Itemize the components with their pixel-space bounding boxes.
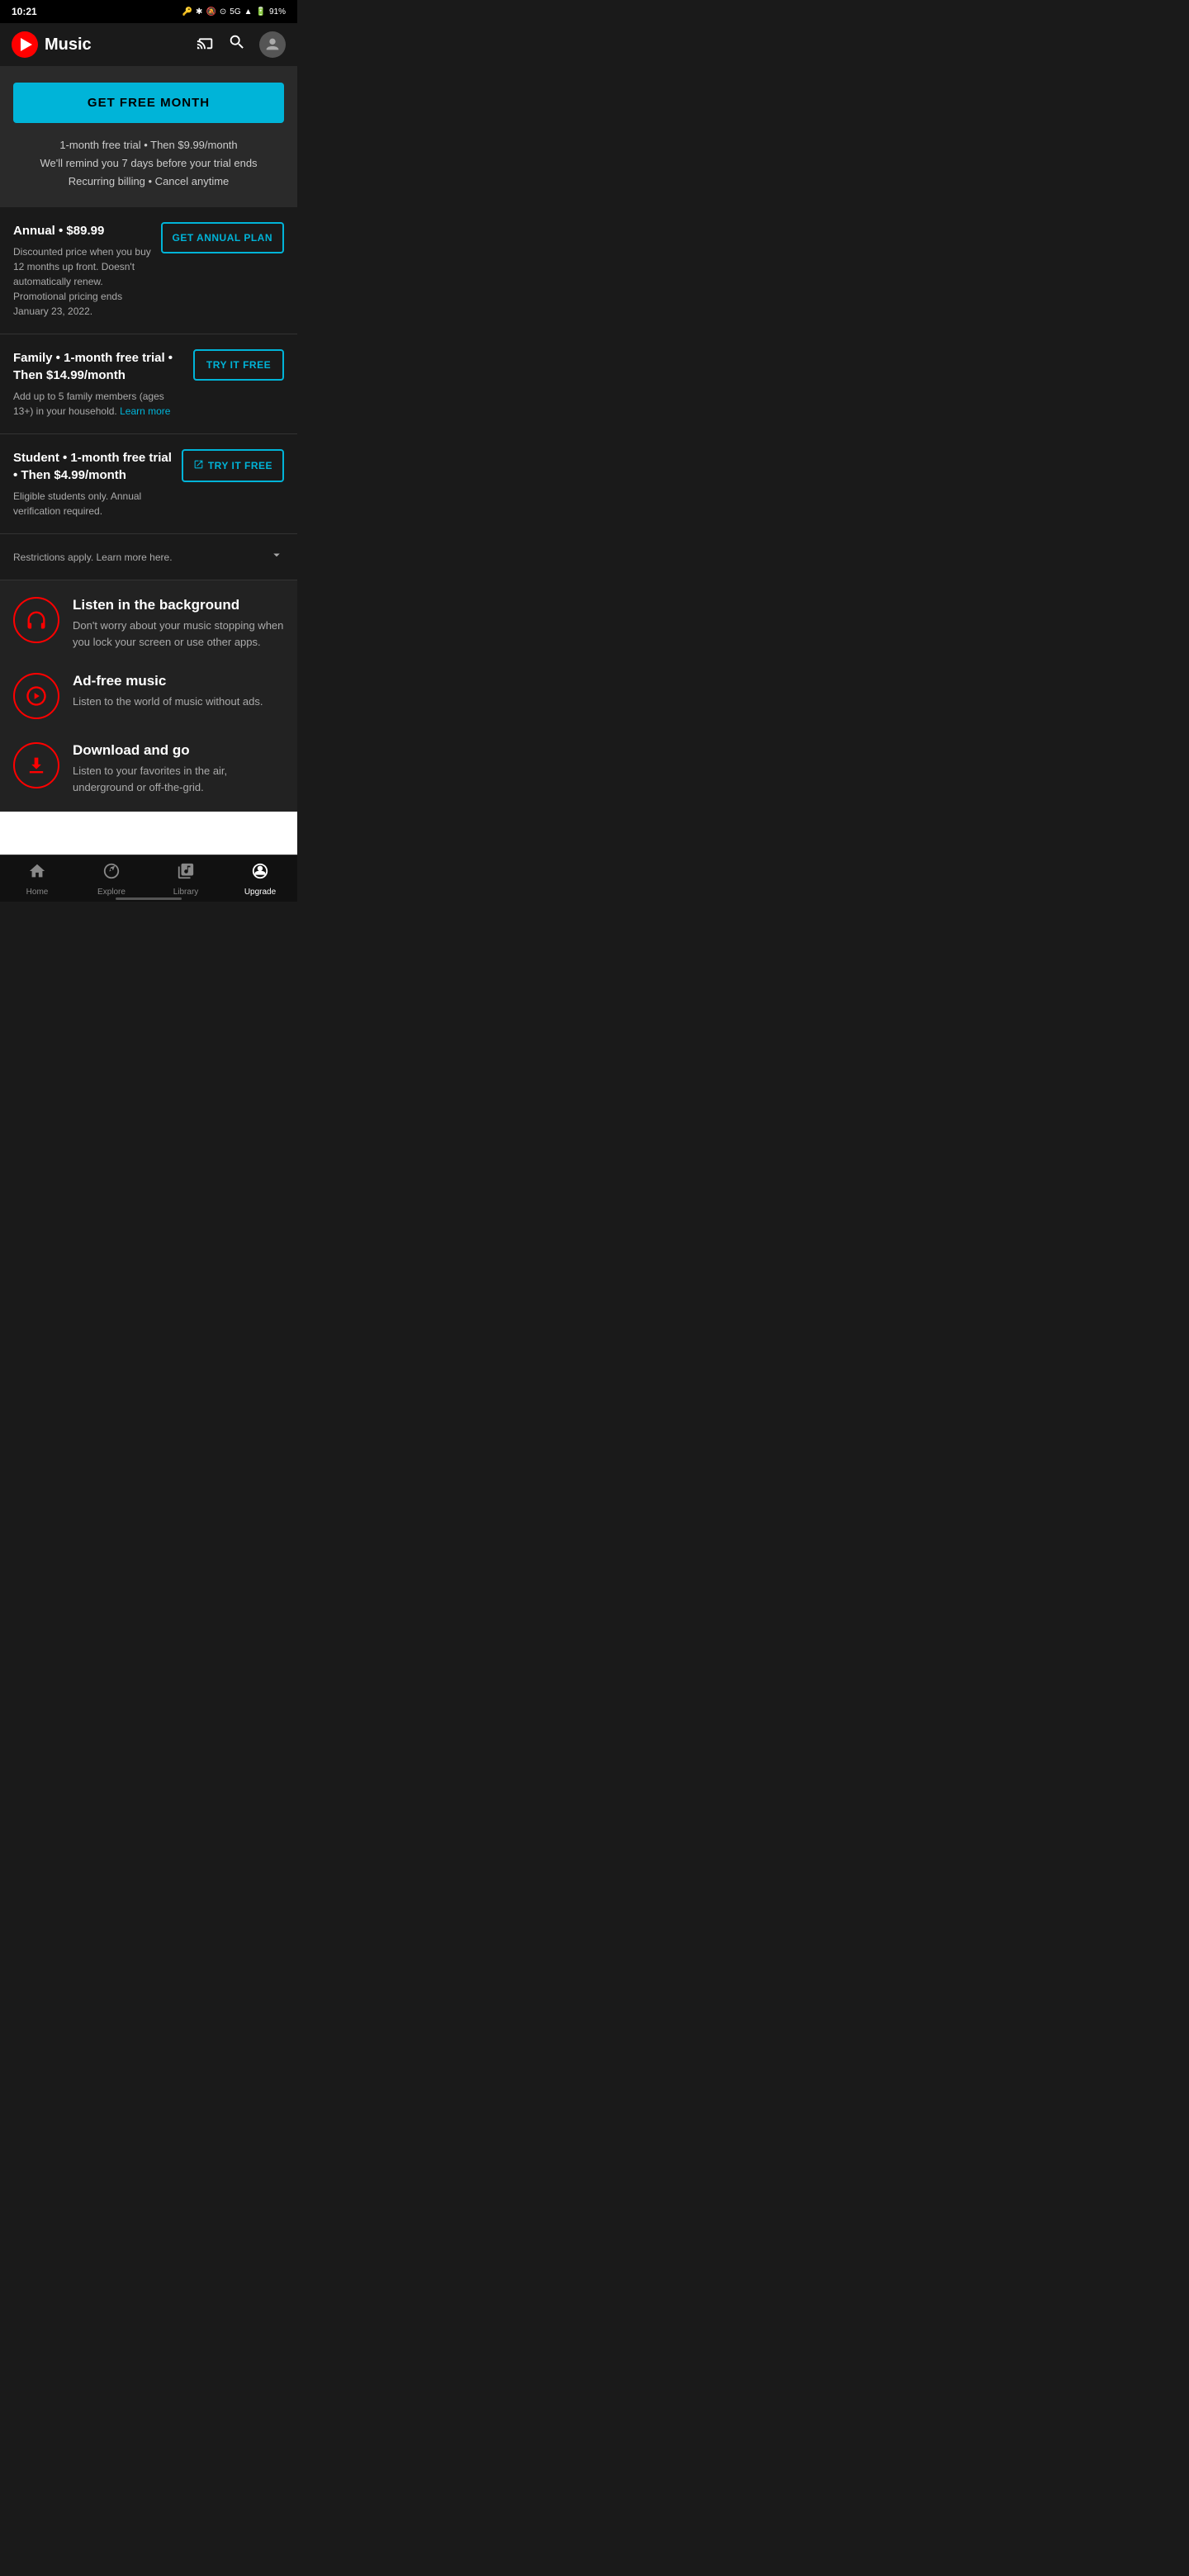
feature-download-title: Download and go <box>73 742 284 759</box>
library-icon <box>177 862 195 885</box>
student-plan-info: Student • 1-month free trial • Then $4.9… <box>13 449 173 519</box>
user-avatar[interactable] <box>259 31 286 58</box>
trial-text: 1-month free trial • Then $9.99/month <box>40 136 257 154</box>
feature-adfree-desc: Listen to the world of music without ads… <box>73 694 263 710</box>
family-plan-desc: Add up to 5 family members (ages 13+) in… <box>13 389 185 419</box>
external-link-icon <box>193 459 204 472</box>
upgrade-icon <box>251 862 269 885</box>
status-time: 10:21 <box>12 6 37 17</box>
restrictions-row[interactable]: Restrictions apply. Learn more here. <box>0 534 297 580</box>
feature-background-title: Listen in the background <box>73 597 284 613</box>
home-icon <box>28 862 46 885</box>
location-icon: ⊙ <box>220 7 226 17</box>
nav-home[interactable]: Home <box>0 862 74 897</box>
signal-bars-icon: ▲ <box>244 7 253 17</box>
nav-explore[interactable]: Explore <box>74 862 149 897</box>
search-button[interactable] <box>228 33 246 56</box>
nav-upgrade[interactable]: Upgrade <box>223 862 297 897</box>
status-bar: 10:21 🔑 ✱ 🔕 ⊙ 5G ▲ 🔋 91% <box>0 0 297 23</box>
download-icon <box>13 742 59 788</box>
student-plan-desc: Eligible students only. Annual verificat… <box>13 489 173 519</box>
nav-home-label: Home <box>26 888 49 897</box>
reminder-text: We'll remind you 7 days before your tria… <box>40 154 257 173</box>
nav-library-label: Library <box>173 888 199 897</box>
app-header: Music <box>0 23 297 66</box>
app-title: Music <box>45 36 92 54</box>
student-try-free-label: TRY IT FREE <box>208 460 272 471</box>
battery-label: 91% <box>269 7 286 17</box>
hero-description: 1-month free trial • Then $9.99/month We… <box>40 136 257 191</box>
family-learn-more-link[interactable]: Learn more <box>120 405 170 417</box>
signal-label: 5G <box>230 7 240 17</box>
family-plan-info: Family • 1-month free trial • Then $14.9… <box>13 349 185 419</box>
chevron-down-icon <box>269 547 284 566</box>
cast-button[interactable] <box>197 33 215 56</box>
header-logo-area: Music <box>12 31 92 58</box>
feature-download-desc: Listen to your favorites in the air, und… <box>73 763 284 795</box>
headphones-icon <box>13 597 59 643</box>
hero-section: GET FREE MONTH 1-month free trial • Then… <box>0 66 297 207</box>
feature-adfree-title: Ad-free music <box>73 673 263 689</box>
white-bar <box>0 812 297 855</box>
feature-background-desc: Don't worry about your music stopping wh… <box>73 618 284 650</box>
billing-text: Recurring billing • Cancel anytime <box>40 173 257 191</box>
annual-plan-desc: Discounted price when you buy 12 months … <box>13 244 153 319</box>
status-icons: 🔑 ✱ 🔕 ⊙ 5G ▲ 🔋 91% <box>182 7 286 17</box>
mute-icon: 🔕 <box>206 7 216 17</box>
bottom-navigation: Home Explore Library Upgrade <box>0 855 297 902</box>
nav-library[interactable]: Library <box>149 862 223 897</box>
bluetooth-icon: ✱ <box>196 7 202 17</box>
features-section: Listen in the background Don't worry abo… <box>0 580 297 812</box>
nav-explore-label: Explore <box>97 888 126 897</box>
feature-download-item: Download and go Listen to your favorites… <box>13 742 284 795</box>
feature-background-item: Listen in the background Don't worry abo… <box>13 597 284 650</box>
annual-plan-title: Annual • $89.99 <box>13 222 153 239</box>
play-circle-icon <box>13 673 59 719</box>
student-try-free-button[interactable]: TRY IT FREE <box>182 449 284 482</box>
annual-plan-item: Annual • $89.99 Discounted price when yo… <box>0 207 297 334</box>
plans-section: Annual • $89.99 Discounted price when yo… <box>0 207 297 580</box>
feature-adfree-text: Ad-free music Listen to the world of mus… <box>73 673 263 710</box>
nav-upgrade-label: Upgrade <box>244 888 276 897</box>
get-annual-plan-button[interactable]: GET ANNUAL PLAN <box>161 222 285 253</box>
get-free-month-button[interactable]: GET FREE MONTH <box>13 83 284 123</box>
key-icon: 🔑 <box>182 7 192 17</box>
student-plan-item: Student • 1-month free trial • Then $4.9… <box>0 434 297 534</box>
family-try-free-button[interactable]: TRY IT FREE <box>193 349 284 381</box>
feature-download-text: Download and go Listen to your favorites… <box>73 742 284 795</box>
header-actions <box>197 31 286 58</box>
play-icon <box>21 38 32 51</box>
family-plan-title: Family • 1-month free trial • Then $14.9… <box>13 349 185 384</box>
family-plan-item: Family • 1-month free trial • Then $14.9… <box>0 334 297 434</box>
explore-icon <box>102 862 121 885</box>
feature-adfree-item: Ad-free music Listen to the world of mus… <box>13 673 284 719</box>
youtube-logo <box>12 31 38 58</box>
annual-plan-info: Annual • $89.99 Discounted price when yo… <box>13 222 153 319</box>
student-plan-title: Student • 1-month free trial • Then $4.9… <box>13 449 173 484</box>
battery-icon: 🔋 <box>256 7 266 17</box>
feature-background-text: Listen in the background Don't worry abo… <box>73 597 284 650</box>
home-indicator <box>116 897 182 900</box>
restrictions-text: Restrictions apply. Learn more here. <box>13 552 173 563</box>
